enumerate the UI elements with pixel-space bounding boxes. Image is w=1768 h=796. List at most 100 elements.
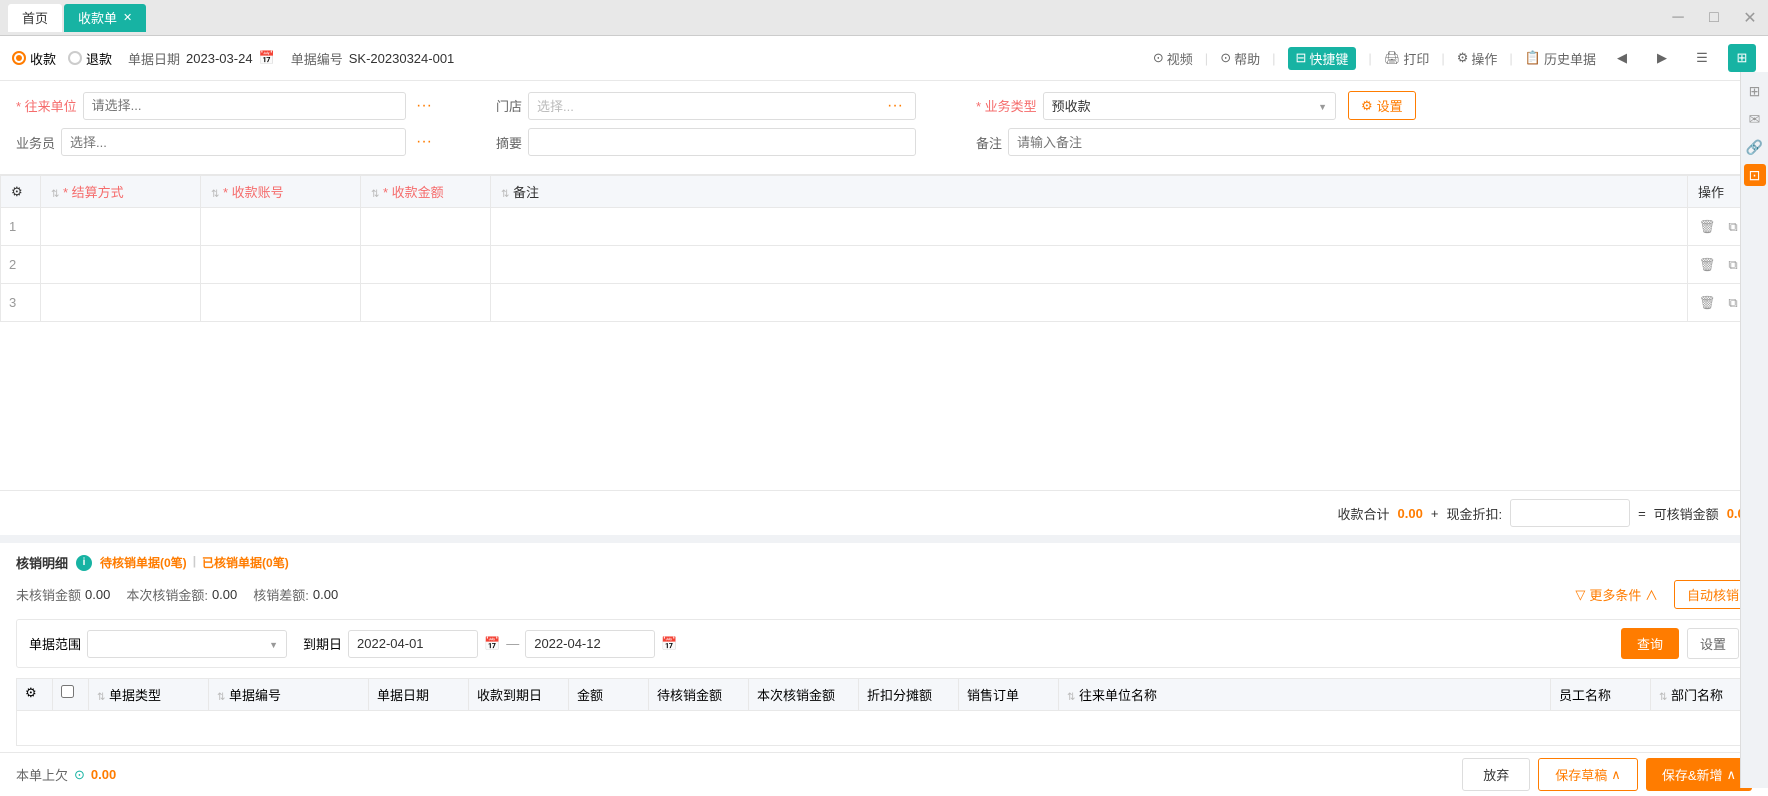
sidebar-mail-icon[interactable]: ✉ bbox=[1744, 108, 1766, 130]
this-time-label: 本单上欠 bbox=[16, 765, 68, 784]
store-more-btn[interactable]: ··· bbox=[883, 97, 907, 115]
date-value: 2023-03-24 bbox=[186, 51, 253, 66]
diff-value: 0.00 bbox=[313, 587, 338, 602]
amount-cell-1[interactable] bbox=[361, 208, 491, 246]
settlement-cell-3[interactable] bbox=[41, 284, 201, 322]
filter-settings-btn[interactable]: 设置 bbox=[1687, 628, 1739, 659]
operation-btn[interactable]: ⚙ 操作 bbox=[1457, 49, 1498, 68]
sidebar-screenshot-icon[interactable]: ⊡ bbox=[1744, 164, 1766, 186]
remark-cell-1[interactable] bbox=[491, 208, 1688, 246]
dept-name-col-header: ⇅ 部门名称 bbox=[1651, 679, 1751, 710]
gear-col[interactable]: ⚙ bbox=[17, 679, 53, 710]
staff-more-btn[interactable]: ··· bbox=[412, 133, 436, 151]
tab-receipt-label: 收款单 bbox=[78, 8, 117, 27]
tab-close-icon[interactable]: ✕ bbox=[123, 11, 132, 24]
abandon-btn[interactable]: 放弃 bbox=[1462, 758, 1530, 791]
tab-home[interactable]: 首页 bbox=[8, 4, 62, 32]
history-icon: 📋 bbox=[1525, 50, 1541, 66]
nav-next-btn[interactable]: ▶ bbox=[1648, 44, 1676, 72]
unwritten-label: 未核销金额 bbox=[16, 585, 81, 604]
save-new-btn[interactable]: 保存&新增 ∧ bbox=[1646, 758, 1752, 791]
sidebar-attach-icon[interactable]: 🔗 bbox=[1744, 136, 1766, 158]
table-area: ⚙ ⇅ * 结算方式 ⇅ * 收款账号 ⇅ * 收款金额 bbox=[0, 175, 1768, 490]
done-tab[interactable]: 已核销单据(0笔) bbox=[202, 554, 289, 571]
print-btn[interactable]: 🖨 打印 bbox=[1384, 49, 1430, 68]
amount-cell-2[interactable] bbox=[361, 246, 491, 284]
account-cell-3[interactable] bbox=[201, 284, 361, 322]
list-view-btn[interactable]: ☰ bbox=[1688, 44, 1716, 72]
nav-prev-btn[interactable]: ◀ bbox=[1608, 44, 1636, 72]
delete-row-2-btn[interactable]: 🗑 bbox=[1696, 254, 1718, 276]
number-field: 单据编号 SK-20230324-001 bbox=[291, 49, 455, 68]
unwritten-value: 0.00 bbox=[85, 587, 110, 602]
chevron-up-icon: ∧ bbox=[1611, 767, 1621, 783]
from-unit-more-btn[interactable]: ··· bbox=[412, 97, 436, 115]
delete-row-3-btn[interactable]: 🗑 bbox=[1696, 292, 1718, 314]
business-type-value: 预收款 bbox=[1052, 96, 1091, 115]
discount-input[interactable] bbox=[1510, 499, 1630, 527]
save-draft-label: 保存草稿 bbox=[1555, 765, 1607, 784]
due-date-to-input[interactable] bbox=[525, 630, 655, 658]
tab-receipt[interactable]: 收款单 ✕ bbox=[64, 4, 146, 32]
note-input[interactable] bbox=[1008, 128, 1752, 156]
settlement-cell-2[interactable] bbox=[41, 246, 201, 284]
write-off-table-header: ⚙ ⇅ 单据类型 ⇅ 单据编号 单据日期 收款到期日 bbox=[16, 678, 1752, 710]
remark-cell-3[interactable] bbox=[491, 284, 1688, 322]
select-all-checkbox[interactable] bbox=[61, 685, 74, 698]
more-filter-btn[interactable]: ▽ 更多条件 ∧ bbox=[1575, 585, 1658, 604]
shortcut-btn[interactable]: ⊟ 快捷键 bbox=[1288, 47, 1357, 70]
calendar-icon[interactable]: 📅 bbox=[259, 50, 275, 66]
discount-col-header: 折扣分摊额 bbox=[859, 679, 959, 710]
section-title: 核销明细 i 待核销单据(0笔) | 已核销单据(0笔) bbox=[16, 553, 1752, 572]
from-unit-label: * 往来单位 bbox=[16, 96, 77, 115]
this-time-value: 0.00 bbox=[91, 767, 116, 782]
receipt-table: ⚙ ⇅ * 结算方式 ⇅ * 收款账号 ⇅ * 收款金额 bbox=[0, 175, 1768, 322]
close-button[interactable]: ✕ bbox=[1732, 0, 1768, 36]
write-off-tabs: 待核销单据(0笔) | 已核销单据(0笔) bbox=[100, 554, 289, 571]
due-date-from-input[interactable] bbox=[348, 630, 478, 658]
delete-row-1-btn[interactable]: 🗑 bbox=[1696, 216, 1718, 238]
video-btn[interactable]: ⊙ 视频 bbox=[1153, 49, 1193, 68]
maximize-button[interactable]: □ bbox=[1696, 0, 1732, 36]
info-icon[interactable]: i bbox=[76, 555, 92, 571]
range-select[interactable] bbox=[87, 630, 287, 658]
help-btn[interactable]: ⊙ 帮助 bbox=[1220, 49, 1260, 68]
sidebar-table-icon[interactable]: ⊞ bbox=[1744, 80, 1766, 102]
info-icon-small[interactable]: ⊙ bbox=[74, 767, 85, 783]
query-btn[interactable]: 查询 bbox=[1621, 628, 1679, 659]
table-row: 1 🗑 ⧉ bbox=[1, 208, 1768, 246]
gear-col-icon[interactable]: ⚙ bbox=[11, 184, 23, 199]
main-content: 收款 退款 单据日期 2023-03-24 📅 单据编号 SK-20230324… bbox=[0, 36, 1768, 796]
video-icon: ⊙ bbox=[1153, 50, 1164, 66]
settlement-cell-1[interactable] bbox=[41, 208, 201, 246]
account-cell-1[interactable] bbox=[201, 208, 361, 246]
diff-stat: 核销差额: 0.00 bbox=[253, 585, 338, 604]
amount-col-header: ⇅ * 收款金额 bbox=[361, 176, 491, 208]
settings-top-btn[interactable]: ⚙ 设置 bbox=[1348, 91, 1416, 120]
business-type-select[interactable]: 预收款 bbox=[1043, 92, 1336, 120]
discount-label: 现金折扣: bbox=[1446, 504, 1502, 523]
from-unit-input[interactable] bbox=[83, 92, 406, 120]
grid-view-btn[interactable]: ⊞ bbox=[1728, 44, 1756, 72]
range-chevron-icon bbox=[269, 636, 278, 651]
save-draft-btn[interactable]: 保存草稿 ∧ bbox=[1538, 758, 1638, 791]
bottom-bar-right: 放弃 保存草稿 ∧ 保存&新增 ∧ bbox=[1462, 758, 1752, 791]
account-cell-2[interactable] bbox=[201, 246, 361, 284]
amount-cell-3[interactable] bbox=[361, 284, 491, 322]
calendar-to-icon[interactable]: 📅 bbox=[661, 636, 677, 652]
radio-refund[interactable]: 退款 bbox=[68, 49, 112, 68]
calendar-from-icon[interactable]: 📅 bbox=[484, 636, 500, 652]
minimize-button[interactable]: ─ bbox=[1660, 0, 1696, 36]
store-select[interactable]: 选择... ··· bbox=[528, 92, 916, 120]
gear-col-header[interactable]: ⚙ bbox=[1, 176, 41, 208]
this-value: 0.00 bbox=[212, 587, 237, 602]
this-stat: 本次核销金额: 0.00 bbox=[126, 585, 237, 604]
radio-receipt[interactable]: 收款 bbox=[12, 49, 56, 68]
pending-tab[interactable]: 待核销单据(0笔) bbox=[100, 554, 187, 571]
remark-cell-2[interactable] bbox=[491, 246, 1688, 284]
summary-input[interactable] bbox=[528, 128, 916, 156]
due-date-label: 到期日 bbox=[303, 634, 342, 653]
staff-input[interactable] bbox=[61, 128, 406, 156]
checkbox-col[interactable] bbox=[53, 679, 89, 710]
history-btn[interactable]: 📋 历史单据 bbox=[1525, 49, 1596, 68]
